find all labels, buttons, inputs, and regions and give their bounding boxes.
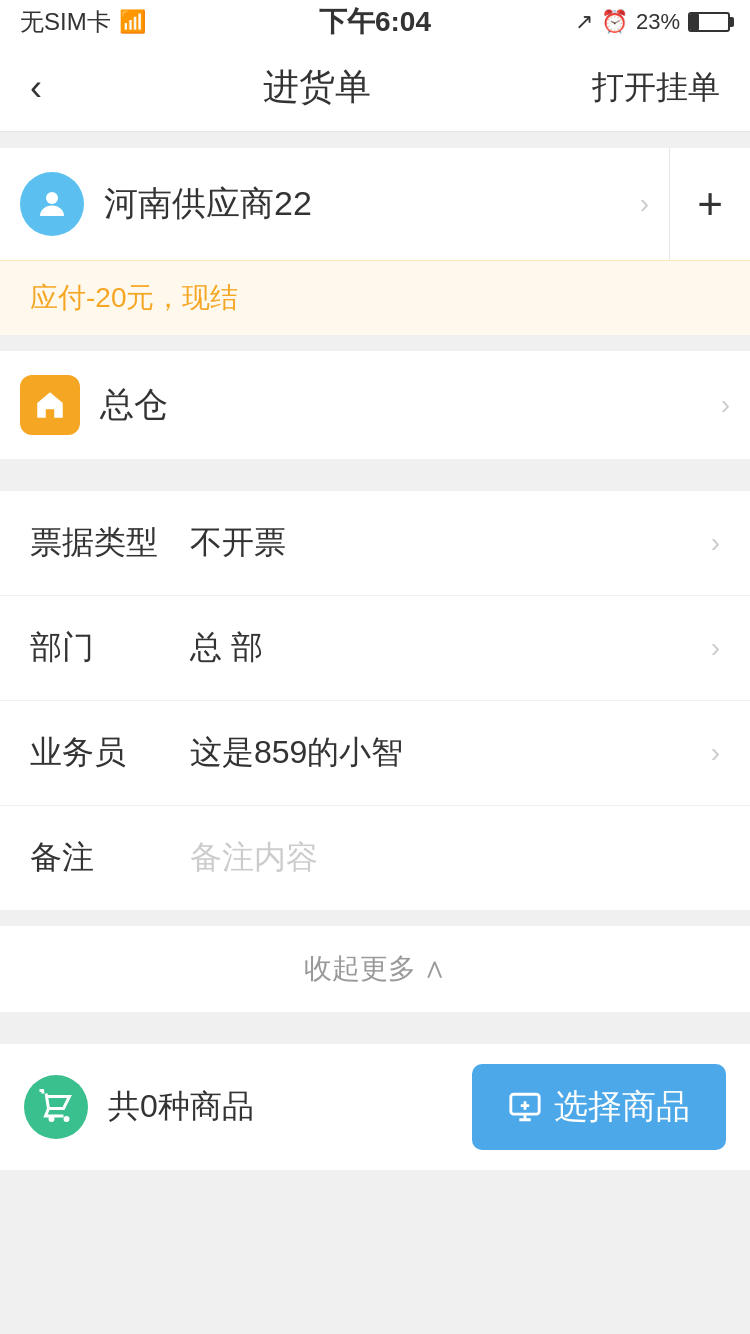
divider-2	[0, 459, 750, 475]
location-icon: ↗	[575, 9, 593, 35]
chevron-right-icon: ›	[640, 188, 649, 220]
select-product-button[interactable]: 选择商品	[472, 1064, 726, 1150]
supplier-avatar	[20, 172, 84, 236]
status-time: 下午6:04	[319, 3, 431, 41]
form-section: 票据类型 不开票 › 部门 总 部 › 业务员 这是859的小智 › 备注 备注…	[0, 491, 750, 910]
chevron-right-icon: ›	[711, 632, 720, 664]
chevron-right-icon: ›	[721, 389, 730, 421]
status-carrier: 无SIM卡 📶	[20, 6, 146, 38]
remark-row[interactable]: 备注 备注内容	[0, 806, 750, 910]
product-count: 共0种商品	[108, 1085, 452, 1129]
nav-bar: ‹ 进货单 打开挂单	[0, 44, 750, 132]
alarm-icon: ⏰	[601, 9, 628, 35]
carrier-text: 无SIM卡	[20, 6, 111, 38]
supplier-selector[interactable]: 河南供应商22 ›	[0, 148, 670, 260]
invoice-value: 不开票	[190, 521, 701, 565]
salesperson-row[interactable]: 业务员 这是859的小智 ›	[0, 701, 750, 806]
shopping-cart-icon	[38, 1089, 74, 1125]
warehouse-name: 总仓	[100, 382, 711, 428]
invoice-row[interactable]: 票据类型 不开票 ›	[0, 491, 750, 596]
back-button[interactable]: ‹	[30, 67, 42, 109]
status-right: ↗ ⏰ 23%	[575, 9, 730, 35]
house-icon	[33, 388, 67, 422]
supplier-section: 河南供应商22 › +	[0, 148, 750, 260]
battery-fill	[690, 14, 699, 30]
remark-label: 备注	[30, 836, 170, 880]
divider-1	[0, 335, 750, 351]
add-supplier-button[interactable]: +	[670, 148, 750, 260]
invoice-label: 票据类型	[30, 521, 170, 565]
svg-point-0	[46, 192, 58, 204]
product-bar: 共0种商品 选择商品	[0, 1044, 750, 1170]
supplier-name: 河南供应商22	[104, 181, 630, 227]
open-pending-button[interactable]: 打开挂单	[592, 66, 720, 110]
wifi-icon: 📶	[119, 9, 146, 35]
content-area: 河南供应商22 › + 应付-20元，现结 总仓 › 票据类型 不开票 › 部门…	[0, 148, 750, 1334]
department-value: 总 部	[190, 626, 701, 670]
department-label: 部门	[30, 626, 170, 670]
notice-bar: 应付-20元，现结	[0, 260, 750, 335]
salesperson-label: 业务员	[30, 731, 170, 775]
warehouse-icon	[20, 375, 80, 435]
person-icon	[34, 186, 70, 222]
remark-input[interactable]: 备注内容	[190, 836, 720, 880]
chevron-right-icon: ›	[711, 527, 720, 559]
select-product-label: 选择商品	[554, 1084, 690, 1130]
salesperson-value: 这是859的小智	[190, 731, 701, 775]
add-cart-icon	[508, 1090, 542, 1124]
chevron-right-icon: ›	[711, 737, 720, 769]
page-title: 进货单	[263, 63, 371, 112]
collapse-button[interactable]: 收起更多 ∧	[0, 926, 750, 1012]
warehouse-selector[interactable]: 总仓 ›	[0, 351, 750, 459]
page-background	[0, 1170, 750, 1334]
battery-bar	[688, 12, 730, 32]
battery-text: 23%	[636, 9, 680, 35]
collapse-label: 收起更多 ∧	[304, 950, 447, 988]
status-bar: 无SIM卡 📶 下午6:04 ↗ ⏰ 23%	[0, 0, 750, 44]
divider-3	[0, 1012, 750, 1028]
cart-icon-circle	[24, 1075, 88, 1139]
department-row[interactable]: 部门 总 部 ›	[0, 596, 750, 701]
